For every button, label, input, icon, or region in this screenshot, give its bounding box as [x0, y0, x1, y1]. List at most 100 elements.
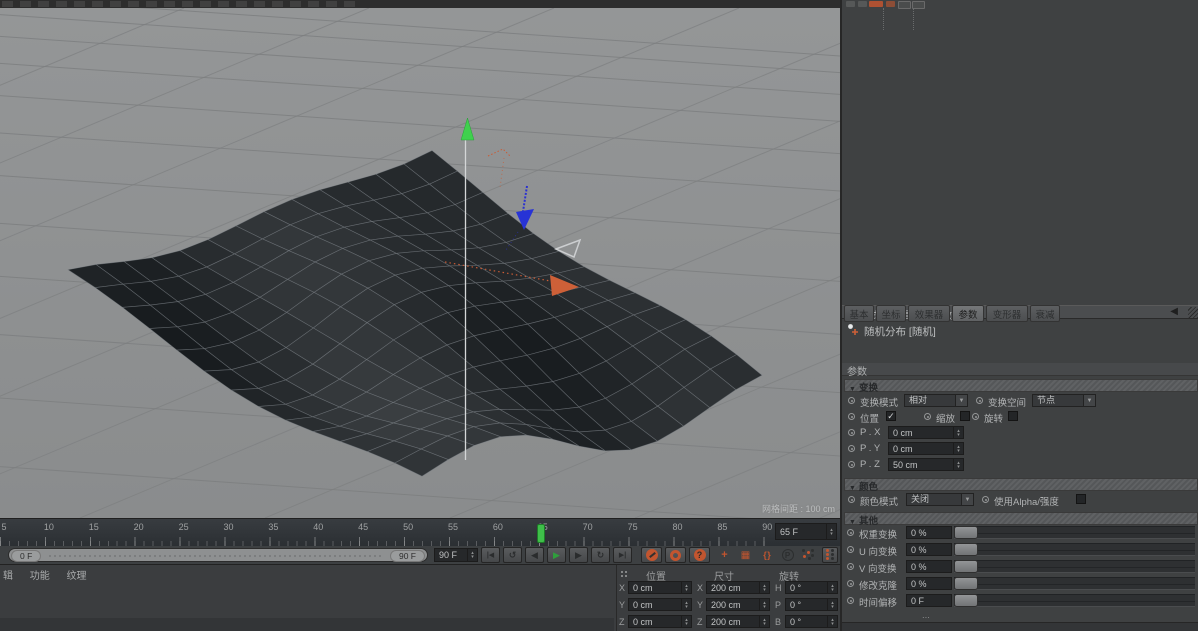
panel-grip-icon[interactable] — [620, 570, 628, 578]
anim-dot-icon[interactable] — [847, 529, 854, 536]
weight-transform-knob[interactable] — [954, 526, 978, 539]
prev-key-button[interactable]: ↺ — [503, 547, 522, 563]
u-transform-track[interactable] — [954, 543, 1195, 556]
transform-mode-dropdown[interactable]: 相对 ▼ — [904, 394, 968, 407]
range-end-handle[interactable]: 90 F — [389, 550, 425, 562]
size-x-field[interactable]: 200 cm ▴ ▾ — [706, 581, 770, 594]
range-start-handle[interactable]: 0 F — [11, 550, 42, 562]
om-icon[interactable] — [846, 1, 855, 7]
current-frame-spinner[interactable]: ▴ ▾ — [826, 524, 836, 539]
pz-field[interactable]: 50 cm ▴ ▾ — [888, 458, 964, 471]
anim-dot-icon[interactable] — [847, 546, 854, 553]
goto-start-button[interactable]: |◀ — [481, 547, 500, 563]
menu-function[interactable]: 功能 — [30, 571, 50, 582]
current-frame-field[interactable]: 65 F ▴ ▾ — [775, 523, 837, 540]
v-transform-field[interactable]: 0 % — [906, 560, 952, 573]
position-z-field[interactable]: 0 cm ▴ ▾ — [628, 615, 692, 628]
next-key-button[interactable]: ↻ — [591, 547, 610, 563]
record-parameter-toggle[interactable]: P — [779, 547, 796, 563]
time-offset-field[interactable]: 0 F — [906, 594, 952, 607]
tab-coord[interactable]: 坐标 — [876, 305, 906, 322]
tab-effector[interactable]: 效果器 — [908, 305, 950, 322]
play-button[interactable]: ▶ — [547, 547, 566, 563]
timeline-ruler[interactable]: 51015202530354045505560657075808590 65 F… — [0, 518, 840, 546]
timeline-playhead[interactable] — [537, 524, 545, 543]
goto-end-button[interactable]: ▶| — [613, 547, 632, 563]
position-y-field[interactable]: 0 cm ▴ ▾ — [628, 598, 692, 611]
current-frame-value[interactable]: 65 F — [776, 527, 826, 537]
om-object-icon[interactable] — [886, 1, 895, 7]
weight-transform-field[interactable]: 0 % — [906, 526, 952, 539]
object-manager[interactable] — [842, 0, 1198, 30]
range-track[interactable] — [49, 555, 381, 557]
panel-collapse-icon[interactable]: ◀ — [1170, 306, 1178, 317]
om-icon[interactable] — [898, 1, 911, 9]
anim-dot-icon[interactable] — [972, 413, 979, 420]
position-x-field[interactable]: 0 cm ▴ ▾ — [628, 581, 692, 594]
u-transform-knob[interactable] — [954, 543, 978, 556]
tab-deformer[interactable]: 变形器 — [986, 305, 1028, 322]
record-keyframe-button[interactable] — [641, 547, 662, 563]
tab-parameter[interactable]: 参数 — [952, 305, 984, 322]
anim-dot-icon[interactable] — [976, 397, 983, 404]
record-pla-toggle[interactable] — [799, 547, 816, 563]
viewport-3d[interactable]: 网格间距 : 100 cm — [0, 0, 1198, 526]
color-mode-dropdown[interactable]: 关闭 ▼ — [906, 493, 974, 506]
anim-dot-icon[interactable] — [982, 496, 989, 503]
rotation-checkbox[interactable] — [1008, 411, 1018, 421]
solo-scheme-button[interactable] — [822, 547, 838, 563]
record-rotation-toggle[interactable]: { } — [758, 547, 775, 563]
menu-texture[interactable]: 纹理 — [67, 571, 87, 582]
next-frame-button[interactable]: ▶ — [569, 547, 588, 563]
modify-clone-knob[interactable] — [954, 577, 978, 590]
anim-dot-icon[interactable] — [848, 445, 855, 452]
u-transform-field[interactable]: 0 % — [906, 543, 952, 556]
panel-resize-icon[interactable] — [1188, 307, 1198, 318]
end-frame-field[interactable]: 90 F ▴ ▾ — [434, 548, 478, 562]
tab-basic[interactable]: 基本 — [844, 305, 874, 322]
modify-clone-field[interactable]: 0 % — [906, 577, 952, 590]
position-checkbox[interactable]: ✓ — [886, 411, 896, 421]
size-y-field[interactable]: 200 cm ▴ ▾ — [706, 598, 770, 611]
record-scale-toggle[interactable]: ▦ — [737, 547, 754, 563]
keyframe-selection-button[interactable]: ? — [689, 547, 710, 563]
menu-edit[interactable]: 辑 — [3, 571, 13, 582]
v-transform-knob[interactable] — [954, 560, 978, 573]
anim-dot-icon[interactable] — [848, 413, 855, 420]
size-z-field[interactable]: 200 cm ▴ ▾ — [706, 615, 770, 628]
om-icon[interactable] — [858, 1, 867, 7]
v-transform-track[interactable] — [954, 560, 1195, 573]
anim-dot-icon[interactable] — [924, 413, 931, 420]
end-frame-value[interactable]: 90 F — [435, 550, 467, 560]
om-object-icon[interactable] — [869, 1, 883, 7]
group-transform[interactable]: ▼ 变换 — [844, 379, 1198, 394]
anim-dot-icon[interactable] — [848, 429, 855, 436]
record-position-toggle[interactable]: + — [716, 547, 733, 563]
time-offset-knob[interactable] — [954, 594, 978, 607]
rotation-h-field[interactable]: 0 ° ▴ ▾ — [785, 581, 838, 594]
px-field[interactable]: 0 cm ▴ ▾ — [888, 426, 964, 439]
end-frame-spinner[interactable]: ▴ ▾ — [467, 549, 477, 561]
scale-checkbox[interactable] — [960, 411, 970, 421]
terrain-mesh[interactable] — [67, 150, 763, 477]
y-axis-arrow-icon[interactable] — [460, 117, 475, 141]
anim-dot-icon[interactable] — [848, 461, 855, 468]
time-offset-track[interactable] — [954, 594, 1195, 607]
anim-dot-icon[interactable] — [847, 597, 854, 604]
modify-clone-track[interactable] — [954, 577, 1195, 590]
anim-dot-icon[interactable] — [848, 496, 855, 503]
rotation-p-field[interactable]: 0 ° ▴ ▾ — [785, 598, 838, 611]
group-color[interactable]: ▼ 颜色 — [844, 478, 1198, 493]
preview-range-slider[interactable]: 0 F 90 F — [8, 548, 428, 562]
transform-space-dropdown[interactable]: 节点 ▼ — [1032, 394, 1096, 407]
anim-dot-icon[interactable] — [847, 580, 854, 587]
use-alpha-checkbox[interactable] — [1076, 494, 1086, 504]
anim-dot-icon[interactable] — [848, 397, 855, 404]
group-other[interactable]: ▼ 其他 — [844, 512, 1198, 527]
prev-frame-button[interactable]: ◀ — [525, 547, 544, 563]
rotation-b-field[interactable]: 0 ° ▴ ▾ — [785, 615, 838, 628]
anim-dot-icon[interactable] — [847, 563, 854, 570]
py-field[interactable]: 0 cm ▴ ▾ — [888, 442, 964, 455]
tab-falloff[interactable]: 衰减 — [1030, 305, 1060, 322]
weight-transform-track[interactable] — [954, 526, 1195, 539]
